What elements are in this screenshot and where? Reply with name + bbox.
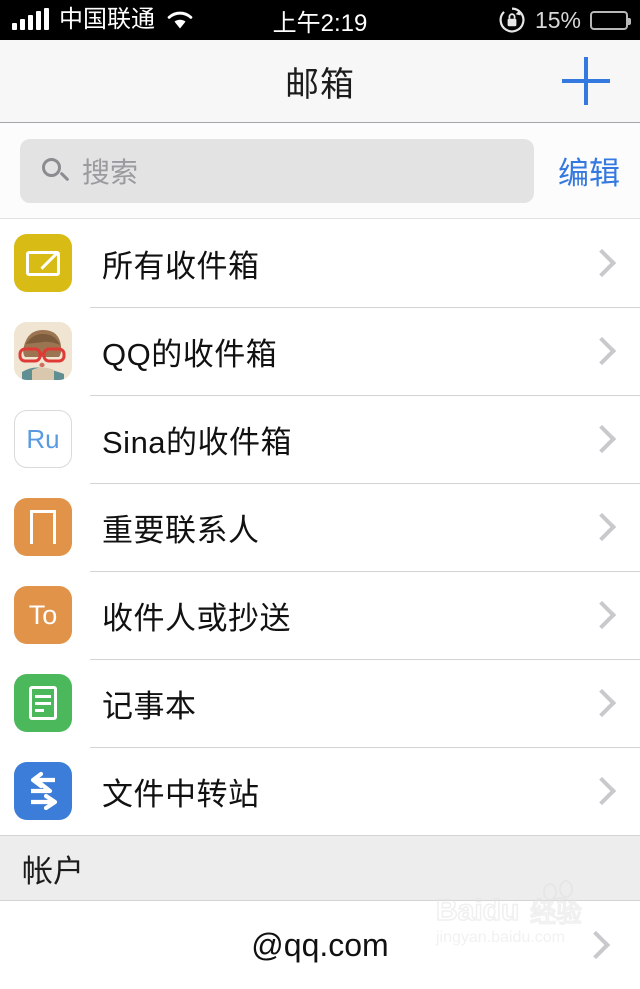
chevron-right-icon (587, 512, 617, 542)
search-placeholder: 搜索 (82, 156, 139, 188)
chevron-right-icon (587, 688, 617, 718)
mailbox-row[interactable]: 重要联系人 (0, 483, 640, 571)
account-address: @qq.com (251, 926, 389, 963)
signal-bars-icon (12, 8, 49, 30)
mailbox-label: 所有收件箱 (102, 248, 260, 284)
battery-icon (590, 10, 631, 30)
navigation-bar: 邮箱 (0, 40, 640, 123)
mailbox-label: QQ的收件箱 (102, 336, 278, 372)
carrier-label: 中国联通 (59, 6, 155, 33)
note-icon (14, 674, 72, 732)
mailbox-label: Sina的收件箱 (102, 424, 293, 460)
chevron-right-icon (587, 600, 617, 630)
envelope-icon (14, 234, 72, 292)
account-row[interactable]: @qq.com (0, 901, 640, 989)
mailbox-label: 重要联系人 (102, 512, 260, 548)
avatar-icon (14, 322, 72, 380)
chevron-right-icon (587, 248, 617, 278)
status-bar-left: 中国联通 (12, 8, 195, 32)
ru-badge-icon: Ru (14, 410, 72, 468)
mailbox-label: 文件中转站 (102, 776, 260, 812)
mailbox-list: 所有收件箱 QQ的收件箱 Ru Sina的收件箱 重要联系人 To 收件人或抄送 记事本文件中… (0, 219, 640, 835)
mailbox-row[interactable]: Ru Sina的收件箱 (0, 395, 640, 483)
section-header-accounts: 帐户 (0, 835, 640, 901)
search-bar: 搜索 编辑 (0, 123, 640, 219)
chevron-right-icon (587, 424, 617, 454)
edit-button[interactable]: 编辑 (558, 148, 620, 193)
chevron-right-icon (587, 776, 617, 806)
mailbox-row[interactable]: 文件中转站 (0, 747, 640, 835)
mailbox-label: 记事本 (102, 688, 197, 724)
mailbox-row[interactable]: 记事本 (0, 659, 640, 747)
transfer-icon (14, 762, 72, 820)
mailbox-label: 收件人或抄送 (102, 600, 291, 636)
status-bar: 中国联通 上午2:19 15% (0, 0, 640, 40)
rotation-lock-icon (498, 6, 526, 34)
search-icon (42, 157, 70, 184)
chevron-right-icon (581, 930, 611, 960)
chevron-right-icon (587, 336, 617, 366)
search-input[interactable]: 搜索 (20, 138, 534, 203)
wifi-icon (165, 8, 195, 32)
mailbox-row[interactable]: 所有收件箱 (0, 219, 640, 307)
page-title: 邮箱 (285, 65, 355, 104)
plus-icon[interactable] (562, 57, 610, 105)
status-bar-right: 15% (498, 6, 631, 34)
mailbox-row[interactable]: To 收件人或抄送 (0, 571, 640, 659)
to-badge-icon: To (14, 586, 72, 644)
battery-percent-label: 15% (534, 6, 581, 33)
mailbox-row[interactable]: QQ的收件箱 (0, 307, 640, 395)
bookmark-icon (14, 498, 72, 556)
